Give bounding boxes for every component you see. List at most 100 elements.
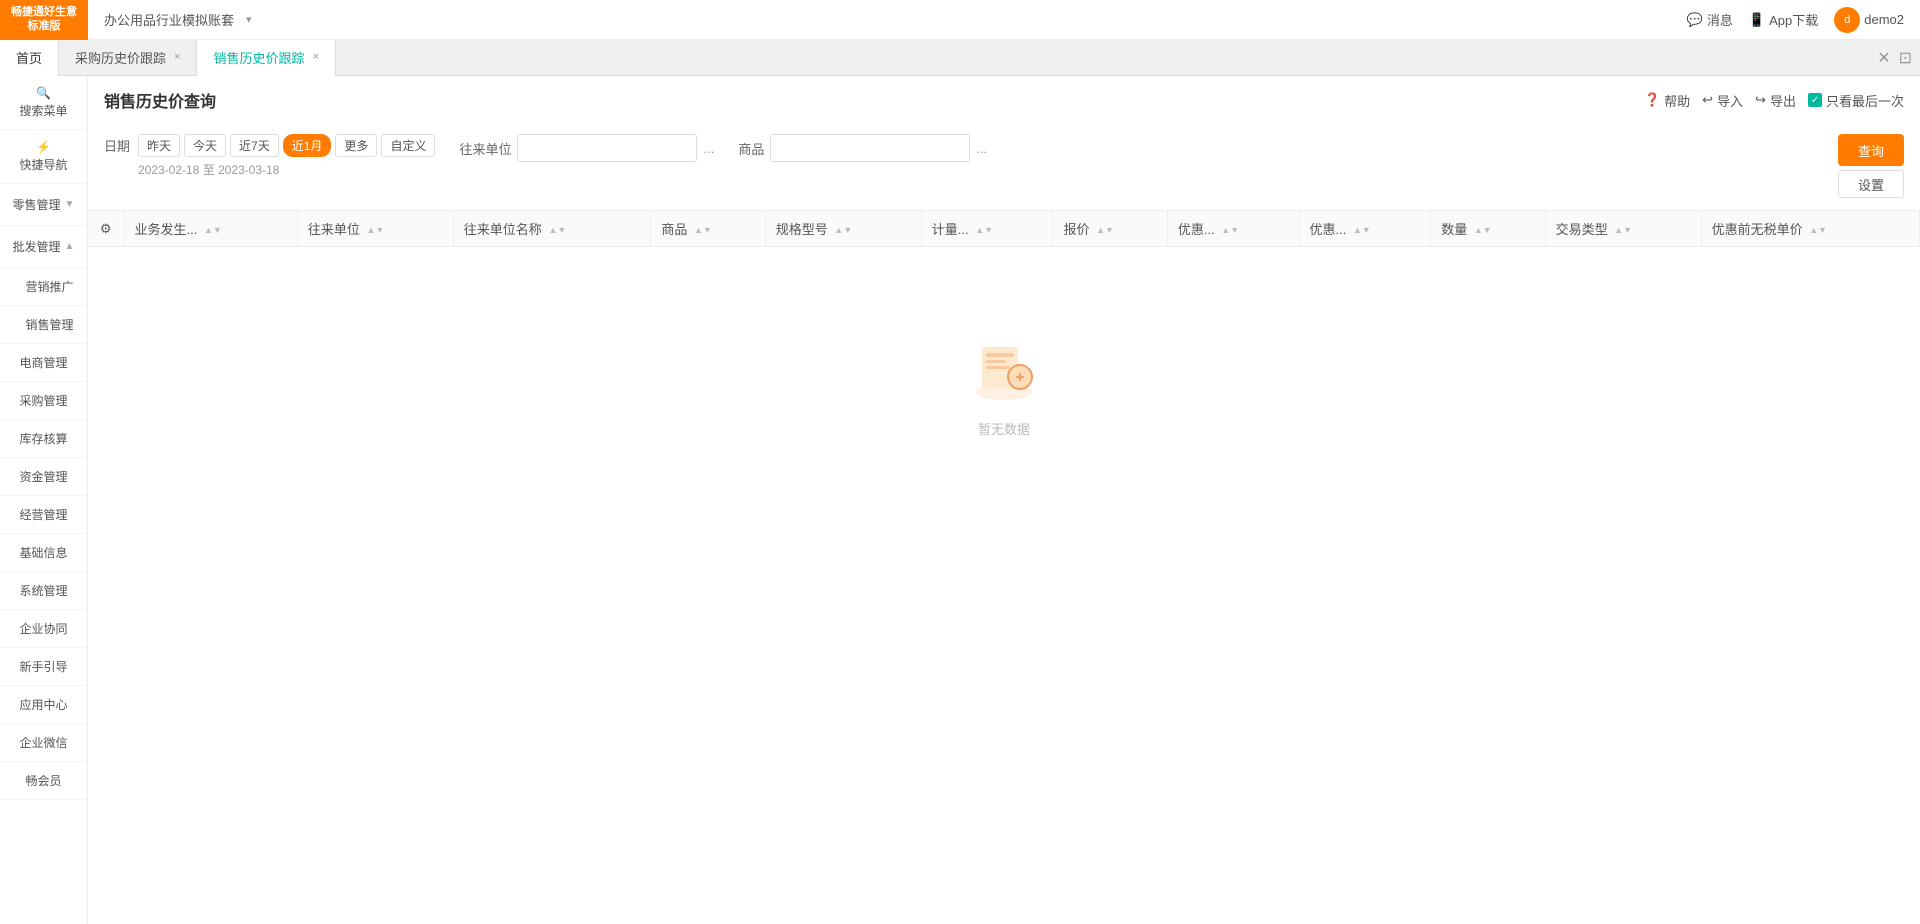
col-trade-type: 交易类型 ▲▼ [1545,211,1701,247]
sidebar-item-newbie[interactable]: 新手引导 [0,648,87,686]
col-qty-sort[interactable]: ▲▼ [1474,226,1492,235]
col-spec: 规格型号 ▲▼ [765,211,921,247]
query-button[interactable]: 查询 [1838,134,1904,166]
sidebar-item-retail[interactable]: 零售管理 ▼ [0,184,87,226]
tab-home-label: 首页 [16,48,42,67]
user-menu[interactable]: d demo2 [1834,7,1904,33]
col-discount1: 优惠... ▲▼ [1167,211,1299,247]
date-btn-more[interactable]: 更多 [335,134,377,157]
col-price-sort[interactable]: ▲▼ [1096,226,1114,235]
message-label: 消息 [1707,10,1733,29]
col-spec-sort[interactable]: ▲▼ [834,226,852,235]
col-partner-code: 往来单位 ▲▼ [297,211,453,247]
download-icon: 📱 [1749,12,1765,28]
col-goods-sort[interactable]: ▲▼ [694,226,712,235]
col-discount2-sort[interactable]: ▲▼ [1353,226,1371,235]
tab-sales-history-close[interactable]: × [312,52,318,63]
sidebar-item-enterprise[interactable]: 企业协同 [0,610,87,648]
page-title-row: 销售历史价查询 ❓ 帮助 ↩ 导入 ↪ 导出 ✓ [104,88,1904,112]
logo: 畅捷通好生意 标准版 [0,0,88,40]
partner-input[interactable] [517,134,697,162]
sidebar-item-wholesale[interactable]: 批发管理 ▲ [0,226,87,268]
col-partner-code-sort[interactable]: ▲▼ [366,226,384,235]
col-partner-name: 往来单位名称 ▲▼ [453,211,651,247]
import-btn[interactable]: ↩ 导入 [1702,91,1743,110]
date-btn-1month[interactable]: 近1月 [283,134,332,157]
sidebar-item-inventory[interactable]: 库存核算 [0,420,87,458]
import-icon: ↩ [1702,92,1713,108]
tab-purchase-history-label: 采购历史价跟踪 [75,48,166,67]
message-btn[interactable]: 💬 消息 [1687,10,1733,29]
sidebar: 🔍 搜索菜单 ⚡ 快捷导航 零售管理 ▼ 批发管理 ▲ 营销推广 销售管理 电商… [0,76,88,924]
checkbox-icon: ✓ [1808,93,1822,107]
col-unit-sort[interactable]: ▲▼ [975,226,993,235]
sidebar-item-app-center[interactable]: 应用中心 [0,686,87,724]
date-btn-custom[interactable]: 自定义 [381,134,435,157]
goods-input[interactable] [770,134,970,162]
col-trade-type-sort[interactable]: ▲▼ [1614,226,1632,235]
only-last-checkbox[interactable]: ✓ 只看最后一次 [1808,91,1904,110]
sidebar-item-sales-mgmt[interactable]: 销售管理 [0,306,87,344]
sidebar-item-marketing[interactable]: 营销推广 [0,268,87,306]
sidebar-marketing-label: 营销推广 [25,278,73,295]
sidebar-item-operations[interactable]: 经营管理 [0,496,87,534]
sidebar-wholesale-label: 批发管理 [13,238,61,255]
col-unit-label: 计量... [932,222,969,237]
col-price-label: 报价 [1063,222,1089,237]
export-btn[interactable]: ↪ 导出 [1755,91,1796,110]
col-biz-date-sort[interactable]: ▲▼ [204,226,222,235]
sidebar-item-purchase[interactable]: 采购管理 [0,382,87,420]
top-bar: 畅捷通好生意 标准版 办公用品行业模拟账套 ▾ 💬 消息 📱 App下载 d d… [0,0,1920,40]
sidebar-item-finance[interactable]: 资金管理 [0,458,87,496]
sidebar-item-corp-wechat[interactable]: 企业微信 [0,724,87,762]
col-pretax-price-sort[interactable]: ▲▼ [1809,226,1827,235]
quick-nav-icon: ⚡ [36,140,51,154]
col-pretax-price-label: 优惠前无税单价 [1712,222,1803,237]
top-bar-left: 畅捷通好生意 标准版 办公用品行业模拟账套 ▾ [0,0,252,40]
date-btn-today[interactable]: 今天 [184,134,226,157]
col-biz-date-label: 业务发生... [135,222,198,237]
empty-text: 暂无数据 [978,419,1030,438]
sidebar-item-search[interactable]: 🔍 搜索菜单 [0,76,87,130]
help-label: 帮助 [1664,91,1690,110]
app-title: 办公用品行业模拟账套 [104,10,234,29]
sidebar-item-ecommerce[interactable]: 电商管理 [0,344,87,382]
retail-arrow-icon: ▼ [65,199,75,210]
tab-sales-history[interactable]: 销售历史价跟踪 × [197,40,335,76]
help-icon: ❓ [1644,92,1660,108]
tab-home[interactable]: 首页 [0,40,59,76]
restore-window-icon[interactable]: ⊡ [1899,48,1912,68]
sidebar-item-quick-nav[interactable]: ⚡ 快捷导航 [0,130,87,184]
col-price: 报价 ▲▼ [1053,211,1167,247]
sidebar-item-vip[interactable]: 畅会员 [0,762,87,800]
sidebar-ecommerce-label: 电商管理 [19,354,67,371]
col-discount2-label: 优惠... [1310,222,1347,237]
app-download-btn[interactable]: 📱 App下载 [1749,10,1818,29]
sidebar-quick-nav-label: 快捷导航 [19,156,67,173]
sidebar-item-system[interactable]: 系统管理 [0,572,87,610]
tab-purchase-history-close[interactable]: × [174,52,180,63]
col-qty-label: 数量 [1441,222,1467,237]
date-btn-7days[interactable]: 近7天 [230,134,279,157]
settings-button[interactable]: 设置 [1838,170,1904,198]
settings-gear-icon[interactable]: ⚙ [100,221,112,236]
partner-filter-field: 往来单位 ... [459,134,714,162]
tab-purchase-history[interactable]: 采购历史价跟踪 × [59,40,197,76]
col-discount1-label: 优惠... [1178,222,1215,237]
col-pretax-price: 优惠前无税单价 ▲▼ [1701,211,1919,247]
col-settings[interactable]: ⚙ [88,211,124,247]
empty-state-icon [964,327,1044,407]
col-partner-name-sort[interactable]: ▲▼ [548,226,566,235]
col-discount1-sort[interactable]: ▲▼ [1221,226,1239,235]
data-table: ⚙ 业务发生... ▲▼ 往来单位 ▲▼ 往来单位名称 ▲▼ [88,211,1920,247]
close-window-icon[interactable]: ✕ [1877,48,1890,68]
goods-dots: ... [976,141,987,156]
help-btn[interactable]: ❓ 帮助 [1644,91,1690,110]
col-spec-label: 规格型号 [776,222,828,237]
sidebar-item-basic-info[interactable]: 基础信息 [0,534,87,572]
partner-label: 往来单位 [459,139,511,158]
table-container: ⚙ 业务发生... ▲▼ 往来单位 ▲▼ 往来单位名称 ▲▼ [88,211,1920,924]
app-title-dropdown-icon[interactable]: ▾ [246,13,252,26]
date-btn-yesterday[interactable]: 昨天 [138,134,180,157]
avatar-initials: d [1844,14,1850,26]
